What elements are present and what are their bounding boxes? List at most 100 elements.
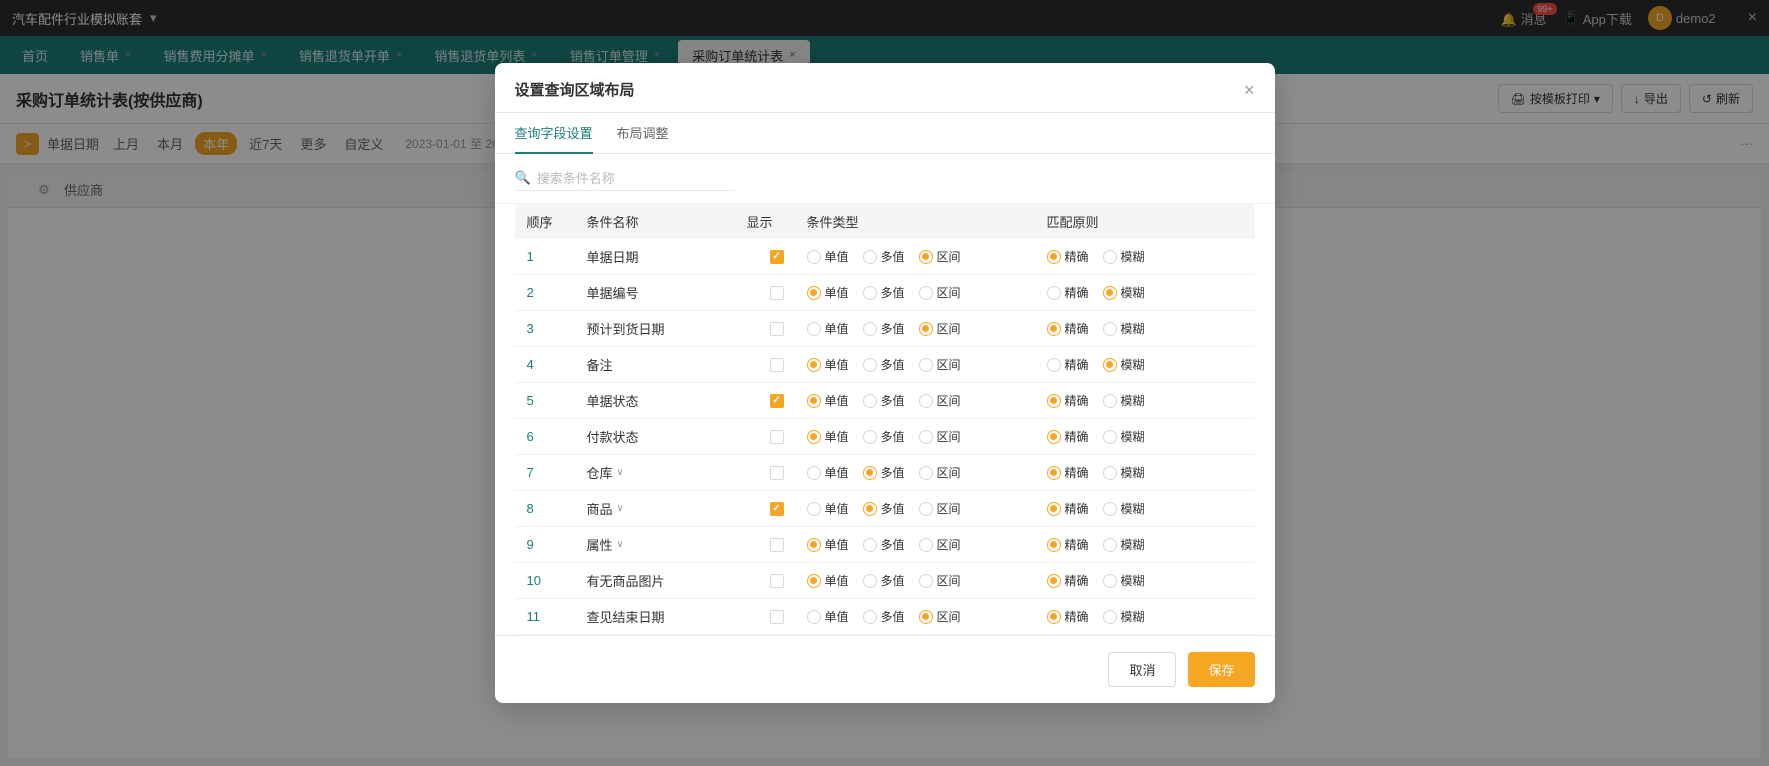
radio-ct-多值-2[interactable]: 多值	[863, 284, 905, 301]
radio-mr-模糊-6[interactable]: 模糊	[1103, 428, 1145, 445]
radio-mr-模糊-8[interactable]: 模糊	[1103, 500, 1145, 517]
radio-mr-精确-1[interactable]: 精确	[1047, 248, 1089, 265]
row-name-7: 仓库 ∨	[587, 463, 747, 482]
radio-label: 区间	[937, 248, 961, 265]
radio-mr-精确-3[interactable]: 精确	[1047, 320, 1089, 337]
cancel-btn[interactable]: 取消	[1108, 652, 1176, 687]
radio-ct-单值-11[interactable]: 单值	[807, 608, 849, 625]
dropdown-arrow-icon[interactable]: ∨	[617, 539, 624, 550]
modal-tab-layout[interactable]: 布局调整	[617, 113, 669, 154]
radio-ct-单值-1[interactable]: 单值	[807, 248, 849, 265]
checkbox-11[interactable]	[770, 610, 784, 624]
radio-ct-多值-1[interactable]: 多值	[863, 248, 905, 265]
radio-mr-模糊-10[interactable]: 模糊	[1103, 572, 1145, 589]
radio-ct-单值-9[interactable]: 单值	[807, 536, 849, 553]
radio-ct-区间-3[interactable]: 区间	[919, 320, 961, 337]
radio-mr-模糊-5[interactable]: 模糊	[1103, 392, 1145, 409]
row-display-7[interactable]	[747, 466, 807, 480]
radio-mr-模糊-4[interactable]: 模糊	[1103, 356, 1145, 373]
radio-mr-精确-7[interactable]: 精确	[1047, 464, 1089, 481]
radio-mr-模糊-3[interactable]: 模糊	[1103, 320, 1145, 337]
radio-ct-区间-6[interactable]: 区间	[919, 428, 961, 445]
checkbox-9[interactable]	[770, 538, 784, 552]
checkbox-2[interactable]	[770, 286, 784, 300]
radio-ct-区间-2[interactable]: 区间	[919, 284, 961, 301]
radio-mr-模糊-7[interactable]: 模糊	[1103, 464, 1145, 481]
radio-mr-精确-8[interactable]: 精确	[1047, 500, 1089, 517]
modal-overlay[interactable]: 设置查询区域布局 × 查询字段设置 布局调整 🔍 顺序 条件名称 显示	[0, 0, 1769, 766]
checkbox-10[interactable]	[770, 574, 784, 588]
modal-close-btn[interactable]: ×	[1244, 81, 1255, 99]
dropdown-arrow-icon[interactable]: ∨	[617, 503, 624, 514]
modal-tab-query[interactable]: 查询字段设置	[515, 113, 593, 154]
row-display-9[interactable]	[747, 538, 807, 552]
radio-ct-单值-7[interactable]: 单值	[807, 464, 849, 481]
radio-circle-icon	[919, 538, 933, 552]
radio-ct-多值-11[interactable]: 多值	[863, 608, 905, 625]
radio-label: 精确	[1065, 356, 1089, 373]
row-display-8[interactable]	[747, 502, 807, 516]
th-condition-type: 条件类型	[807, 212, 1047, 231]
radio-mr-精确-10[interactable]: 精确	[1047, 572, 1089, 589]
radio-mr-精确-5[interactable]: 精确	[1047, 392, 1089, 409]
radio-label: 模糊	[1121, 428, 1145, 445]
checkbox-3[interactable]	[770, 322, 784, 336]
radio-mr-精确-2[interactable]: 精确	[1047, 284, 1089, 301]
row-display-2[interactable]	[747, 286, 807, 300]
radio-ct-单值-2[interactable]: 单值	[807, 284, 849, 301]
radio-label: 多值	[881, 500, 905, 517]
radio-mr-模糊-11[interactable]: 模糊	[1103, 608, 1145, 625]
row-display-4[interactable]	[747, 358, 807, 372]
dropdown-arrow-icon[interactable]: ∨	[617, 467, 624, 478]
radio-ct-区间-4[interactable]: 区间	[919, 356, 961, 373]
radio-ct-多值-5[interactable]: 多值	[863, 392, 905, 409]
radio-circle-icon	[807, 574, 821, 588]
radio-circle-icon	[1103, 502, 1117, 516]
checkbox-7[interactable]	[770, 466, 784, 480]
checkbox-4[interactable]	[770, 358, 784, 372]
radio-ct-单值-4[interactable]: 单值	[807, 356, 849, 373]
radio-ct-区间-9[interactable]: 区间	[919, 536, 961, 553]
row-display-3[interactable]	[747, 322, 807, 336]
row-display-10[interactable]	[747, 574, 807, 588]
radio-ct-区间-7[interactable]: 区间	[919, 464, 961, 481]
radio-ct-区间-1[interactable]: 区间	[919, 248, 961, 265]
radio-ct-多值-3[interactable]: 多值	[863, 320, 905, 337]
radio-ct-区间-11[interactable]: 区间	[919, 608, 961, 625]
radio-ct-区间-10[interactable]: 区间	[919, 572, 961, 589]
row-display-1[interactable]	[747, 250, 807, 264]
search-input[interactable]	[537, 171, 717, 186]
radio-mr-精确-11[interactable]: 精确	[1047, 608, 1089, 625]
checkbox-8[interactable]	[770, 502, 784, 516]
radio-circle-icon	[1103, 466, 1117, 480]
radio-ct-单值-5[interactable]: 单值	[807, 392, 849, 409]
radio-ct-区间-5[interactable]: 区间	[919, 392, 961, 409]
radio-mr-模糊-2[interactable]: 模糊	[1103, 284, 1145, 301]
radio-ct-单值-3[interactable]: 单值	[807, 320, 849, 337]
radio-mr-精确-6[interactable]: 精确	[1047, 428, 1089, 445]
radio-ct-单值-6[interactable]: 单值	[807, 428, 849, 445]
checkbox-5[interactable]	[770, 394, 784, 408]
radio-ct-多值-7[interactable]: 多值	[863, 464, 905, 481]
radio-ct-单值-10[interactable]: 单值	[807, 572, 849, 589]
row-match-rule-10: 精确模糊	[1047, 572, 1275, 589]
radio-mr-精确-4[interactable]: 精确	[1047, 356, 1089, 373]
checkbox-6[interactable]	[770, 430, 784, 444]
checkbox-1[interactable]	[770, 250, 784, 264]
table-row: 1单据日期单值多值区间精确模糊	[515, 239, 1255, 275]
row-display-6[interactable]	[747, 430, 807, 444]
save-btn[interactable]: 保存	[1188, 652, 1254, 687]
row-display-5[interactable]	[747, 394, 807, 408]
row-display-11[interactable]	[747, 610, 807, 624]
radio-ct-多值-9[interactable]: 多值	[863, 536, 905, 553]
radio-ct-区间-8[interactable]: 区间	[919, 500, 961, 517]
radio-ct-多值-10[interactable]: 多值	[863, 572, 905, 589]
radio-mr-模糊-1[interactable]: 模糊	[1103, 248, 1145, 265]
radio-ct-多值-4[interactable]: 多值	[863, 356, 905, 373]
radio-mr-精确-9[interactable]: 精确	[1047, 536, 1089, 553]
radio-label: 区间	[937, 572, 961, 589]
radio-ct-单值-8[interactable]: 单值	[807, 500, 849, 517]
radio-ct-多值-6[interactable]: 多值	[863, 428, 905, 445]
radio-ct-多值-8[interactable]: 多值	[863, 500, 905, 517]
radio-mr-模糊-9[interactable]: 模糊	[1103, 536, 1145, 553]
